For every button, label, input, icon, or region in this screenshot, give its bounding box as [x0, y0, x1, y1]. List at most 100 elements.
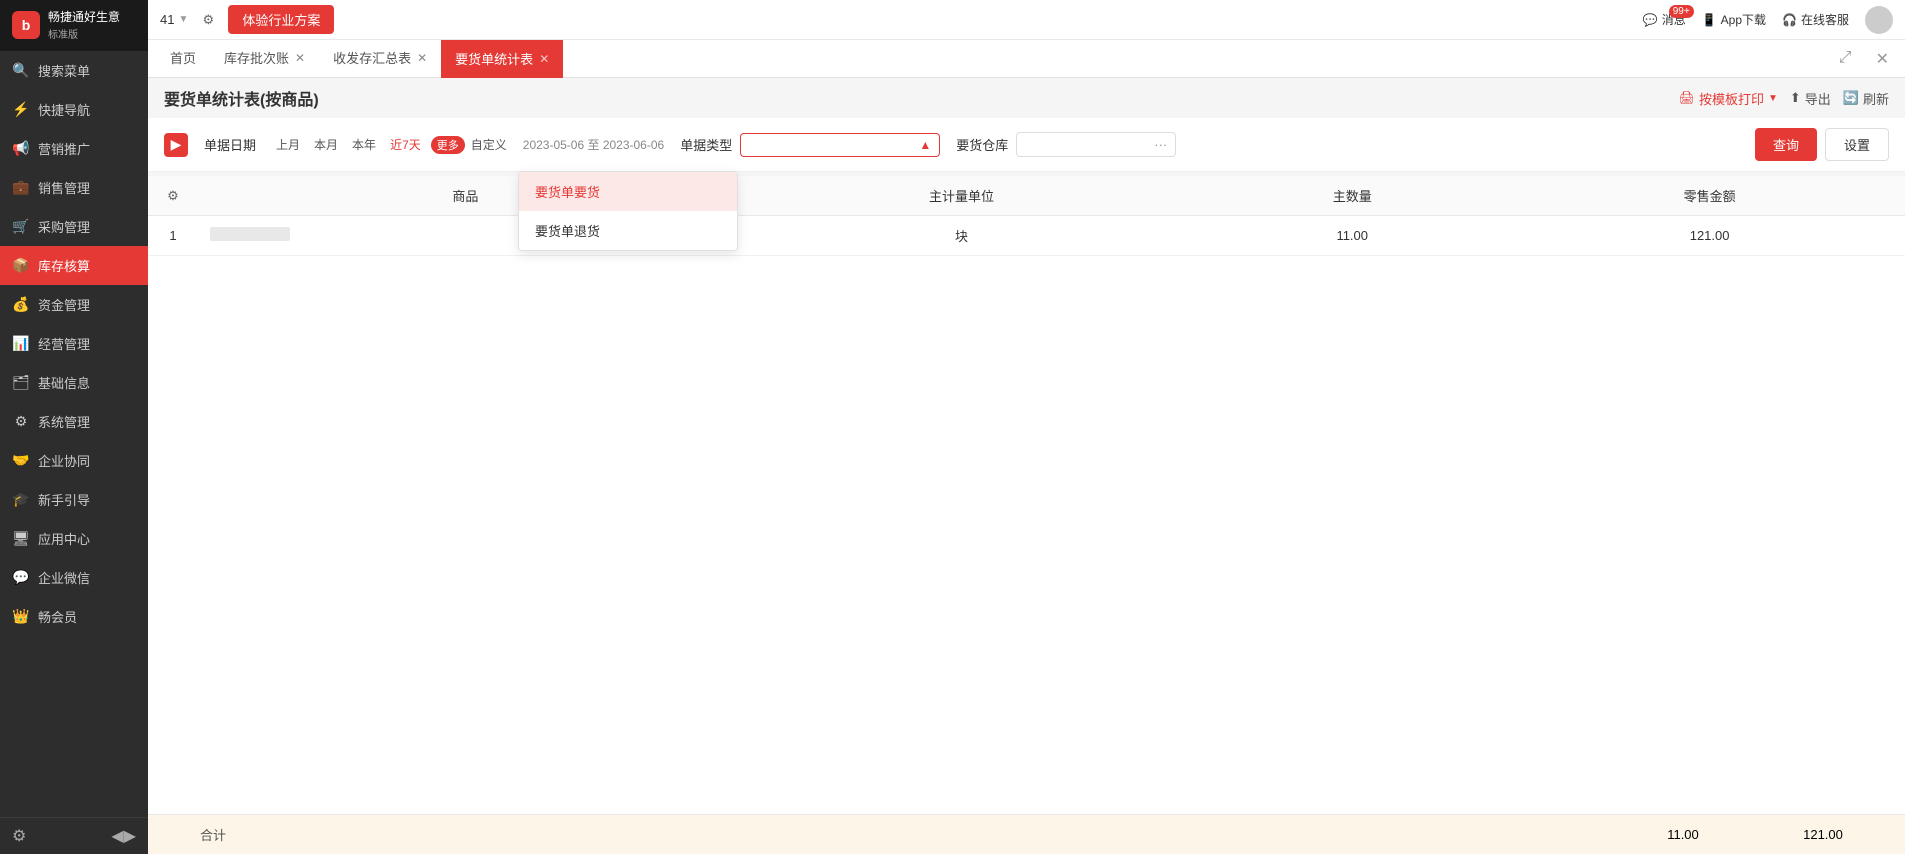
col-unit: 主计量单位: [733, 176, 1191, 216]
sidebar-item-marketing[interactable]: 📢 营销推广: [0, 129, 148, 168]
refresh-btn[interactable]: 🔄 刷新: [1843, 89, 1889, 108]
sidebar-item-purchase[interactable]: 🛒 采购管理: [0, 207, 148, 246]
export-btn[interactable]: ⬆ 导出: [1790, 89, 1831, 108]
date-last-month-btn[interactable]: 上月: [272, 134, 304, 155]
sidebar-item-apps[interactable]: 🖥 应用中心: [0, 519, 148, 558]
sidebar-item-quick[interactable]: ⚡ 快捷导航: [0, 90, 148, 129]
date-range-display: 2023-05-06 至 2023-06-06: [523, 136, 664, 153]
dropdown-item-requisition[interactable]: 要货单要货: [519, 172, 737, 211]
store-selector[interactable]: 41 ▼: [160, 12, 188, 27]
warehouse-select[interactable]: ···: [1016, 132, 1176, 157]
tab-summary-close[interactable]: ✕: [417, 51, 427, 65]
data-table-container: ⚙ 商品 主计量单位 主数量 零售金额 1 块 11.00: [148, 176, 1905, 814]
page-title: 要货单统计表(按商品): [164, 86, 319, 110]
export-icon: ⬆: [1790, 90, 1801, 106]
tab-requisition[interactable]: 要货单统计表 ✕: [441, 40, 563, 78]
date-more-btn[interactable]: 更多: [431, 136, 465, 154]
store-arrow-icon: ▼: [178, 14, 188, 25]
topbar-right: 💬 消息 99+ 📱 App下载 🎧 在线客服: [1643, 6, 1893, 34]
tab-expand-btn[interactable]: ⤢: [1831, 49, 1860, 69]
sidebar-item-label: 资金管理: [38, 295, 90, 314]
date-this-year-btn[interactable]: 本年: [348, 134, 380, 155]
sidebar-item-basic[interactable]: 🗂 基础信息: [0, 363, 148, 402]
search-icon: 🔍: [12, 61, 30, 79]
type-label: 单据类型: [680, 135, 732, 154]
data-table: ⚙ 商品 主计量单位 主数量 零售金额 1 块 11.00: [148, 176, 1905, 256]
sidebar-item-label: 搜索菜单: [38, 61, 90, 80]
product-placeholder: [210, 227, 290, 241]
content: 要货单统计表(按商品) 🖨 按模板打印 ▼ ⬆ 导出 🔄 刷新 ▶: [148, 78, 1905, 854]
table-row: 1 块 11.00 121.00: [148, 216, 1905, 256]
sidebar-item-label: 新手引导: [38, 490, 90, 509]
sidebar-item-label: 销售管理: [38, 178, 90, 197]
topbar-settings-btn[interactable]: ⚙: [196, 8, 220, 32]
finance-icon: 💰: [12, 295, 30, 313]
logo-icon: b: [12, 11, 40, 39]
store-num: 41: [160, 12, 174, 27]
date-shortcuts: 上月 本月 本年 近7天 更多 自定义: [272, 134, 507, 155]
sidebar-item-label: 经营管理: [38, 334, 90, 353]
sidebar-item-label: 营销推广: [38, 139, 90, 158]
sidebar-item-member[interactable]: 👑 畅会员: [0, 597, 148, 636]
print-arrow-icon: ▼: [1768, 93, 1778, 104]
service-btn[interactable]: 🎧 在线客服: [1782, 11, 1849, 28]
sidebar-item-inventory[interactable]: 📦 库存核算: [0, 246, 148, 285]
tab-requisition-close[interactable]: ✕: [539, 52, 549, 66]
sidebar-item-label: 快捷导航: [38, 100, 90, 119]
print-icon: 🖨: [1678, 90, 1695, 106]
sidebar-item-sales[interactable]: 💼 销售管理: [0, 168, 148, 207]
page-header: 要货单统计表(按商品) 🖨 按模板打印 ▼ ⬆ 导出 🔄 刷新: [148, 78, 1905, 118]
tab-batch-close[interactable]: ✕: [295, 51, 305, 65]
brand-name: 畅捷通好生意: [48, 10, 120, 26]
sidebar: b 畅捷通好生意 标准版 🔍 搜索菜单 ⚡ 快捷导航 📢 营销推广 💼 销售管理…: [0, 0, 148, 854]
operations-icon: 📊: [12, 334, 30, 352]
warehouse-label: 要货仓库: [956, 135, 1008, 154]
tab-batch[interactable]: 库存批次账 ✕: [210, 40, 319, 78]
collab-icon: 🤝: [12, 451, 30, 469]
row-amount: 121.00: [1514, 216, 1905, 256]
tab-home[interactable]: 首页: [156, 40, 210, 78]
query-btn[interactable]: 查询: [1755, 128, 1817, 161]
sidebar-item-label: 企业微信: [38, 568, 90, 587]
tab-summary[interactable]: 收发存汇总表 ✕: [319, 40, 441, 78]
sidebar-item-guide[interactable]: 🎓 新手引导: [0, 480, 148, 519]
tabbar: 首页 库存批次账 ✕ 收发存汇总表 ✕ 要货单统计表 ✕ ⤢ ✕: [148, 40, 1905, 78]
tabbar-right: ⤢ ✕: [1831, 49, 1897, 69]
message-btn[interactable]: 💬 消息 99+: [1643, 11, 1686, 28]
col-qty: 主数量: [1190, 176, 1514, 216]
print-btn[interactable]: 🖨 按模板打印 ▼: [1678, 89, 1777, 108]
tab-batch-label: 库存批次账: [224, 48, 289, 67]
avatar[interactable]: [1865, 6, 1893, 34]
row-unit: 块: [733, 216, 1191, 256]
filter-settings-btn[interactable]: 设置: [1825, 128, 1889, 161]
trial-button[interactable]: 体验行业方案: [228, 5, 334, 34]
settings-icon[interactable]: ⚙: [12, 826, 26, 846]
sidebar-logo: b 畅捷通好生意 标准版: [0, 0, 148, 51]
row-qty: 11.00: [1190, 216, 1514, 256]
date-7days-btn[interactable]: 近7天: [386, 134, 425, 155]
export-label: 导出: [1805, 89, 1831, 108]
app-icon: 📱: [1702, 13, 1717, 27]
warehouse-filter: 要货仓库 ···: [956, 132, 1176, 157]
sidebar-item-collab[interactable]: 🤝 企业协同: [0, 441, 148, 480]
type-select-arrow-icon: ▲: [919, 138, 931, 152]
date-custom-btn[interactable]: 自定义: [471, 136, 507, 153]
sidebar-item-operations[interactable]: 📊 经营管理: [0, 324, 148, 363]
column-settings-btn[interactable]: ⚙: [148, 176, 198, 216]
date-label: 单据日期: [204, 135, 256, 154]
date-this-month-btn[interactable]: 本月: [310, 134, 342, 155]
sidebar-item-label: 库存核算: [38, 256, 90, 275]
app-label: App下载: [1721, 11, 1766, 28]
tab-requisition-label: 要货单统计表: [455, 49, 533, 68]
refresh-icon: 🔄: [1843, 90, 1859, 106]
sidebar-item-finance[interactable]: 💰 资金管理: [0, 285, 148, 324]
sidebar-item-weixin[interactable]: 💬 企业微信: [0, 558, 148, 597]
tab-close-all-btn[interactable]: ✕: [1868, 49, 1897, 69]
type-select[interactable]: ▲: [740, 133, 940, 157]
sidebar-collapse-btn[interactable]: ◀▶: [111, 826, 136, 846]
sidebar-item-system[interactable]: ⚙ 系统管理: [0, 402, 148, 441]
filter-expand-btn[interactable]: ▶: [164, 133, 188, 157]
app-download-btn[interactable]: 📱 App下载: [1702, 11, 1766, 28]
sidebar-item-search[interactable]: 🔍 搜索菜单: [0, 51, 148, 90]
dropdown-item-return[interactable]: 要货单退货: [519, 211, 737, 250]
